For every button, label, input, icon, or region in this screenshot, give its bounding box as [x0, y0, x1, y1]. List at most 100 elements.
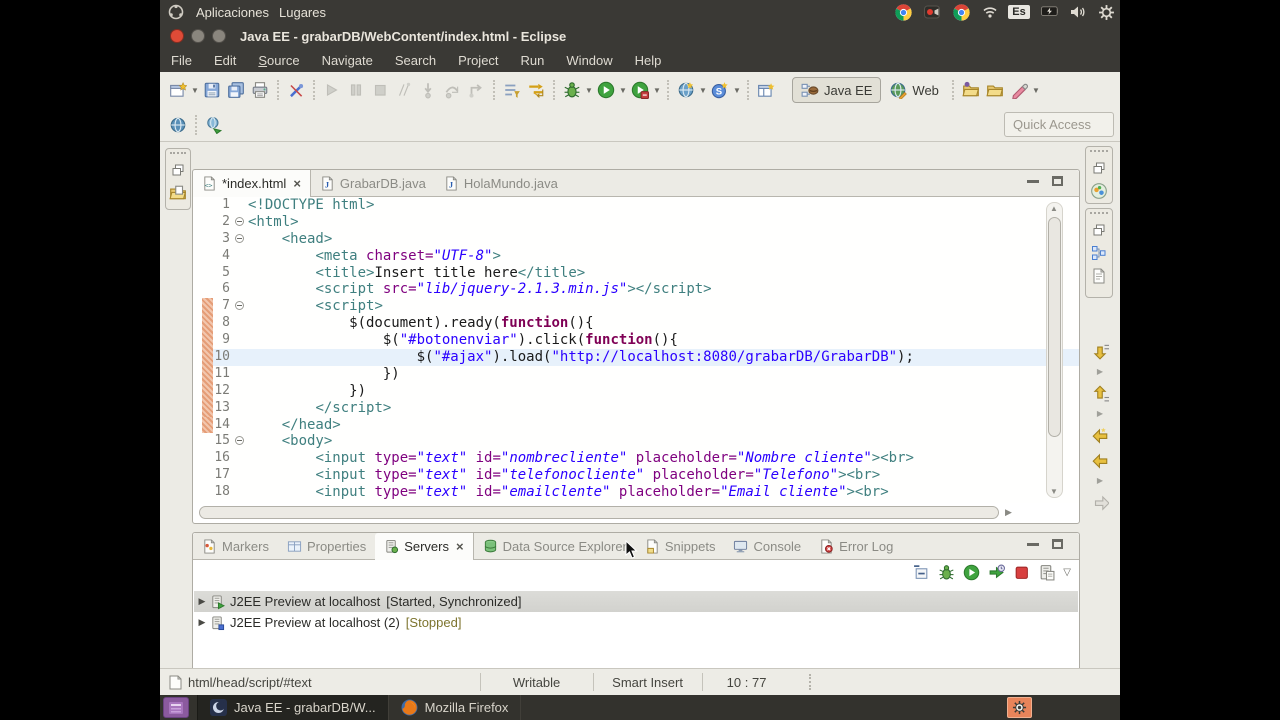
maximize-button[interactable]: [212, 29, 226, 43]
fastview-up-icon[interactable]: [1091, 384, 1109, 402]
dropdown-arrow-icon[interactable]: ▼: [190, 86, 200, 95]
code-line[interactable]: 9 $("#botonenviar").click(function(){: [193, 332, 1079, 350]
debug-server-icon[interactable]: [938, 564, 955, 581]
scroll-right-icon[interactable]: ▶: [1005, 507, 1012, 518]
start-server-icon[interactable]: [963, 564, 980, 581]
code-line[interactable]: 12 }): [193, 382, 1079, 400]
drag-handle[interactable]: [170, 152, 186, 157]
dropdown-arrow-icon[interactable]: ▼: [652, 86, 662, 95]
small-triangle-icon[interactable]: ▶: [1097, 367, 1103, 377]
dropdown-arrow-icon[interactable]: ▼: [1031, 86, 1041, 95]
code-line[interactable]: 14 </head>: [193, 416, 1079, 434]
code-line[interactable]: 3 <head>: [193, 231, 1079, 248]
dropdown-arrow-icon[interactable]: ▼: [732, 86, 742, 95]
code-text[interactable]: $(document).ready(function(){: [248, 315, 1079, 332]
restore-icon[interactable]: [1089, 220, 1109, 240]
profile-server-icon[interactable]: [988, 564, 1006, 581]
code-line[interactable]: 18 <input type="text" id="emailclente" p…: [193, 484, 1079, 501]
fastview-down-icon[interactable]: [1091, 342, 1109, 360]
restore-icon[interactable]: [1089, 158, 1109, 178]
print-button[interactable]: [248, 78, 272, 102]
doc-icon[interactable]: [1089, 266, 1109, 286]
menu-window[interactable]: Window: [555, 50, 623, 71]
battery-icon[interactable]: [1038, 2, 1058, 22]
pen-button[interactable]: [1007, 78, 1031, 102]
horizontal-scroll-thumb[interactable]: [199, 506, 999, 519]
menu-file[interactable]: File: [160, 50, 203, 71]
expander-icon[interactable]: ▶: [194, 596, 210, 607]
code-line[interactable]: 17 <input type="text" id="telefonoclient…: [193, 467, 1079, 484]
code-text[interactable]: <head>: [248, 231, 1079, 248]
taskbar-item-eclipse[interactable]: Java EE - grabarDB/W...: [197, 695, 389, 720]
palette-icon[interactable]: [1089, 181, 1109, 201]
code-text[interactable]: <title>Insert title here</title>: [248, 265, 1079, 282]
vertical-scrollbar[interactable]: ▲ ▼: [1046, 202, 1063, 498]
code-line[interactable]: 11 }): [193, 365, 1079, 383]
files-app-icon[interactable]: [163, 697, 189, 718]
code-text[interactable]: <html>: [248, 214, 1079, 231]
minimize-view-icon[interactable]: [1027, 180, 1039, 183]
small-triangle-icon[interactable]: ▶: [1097, 476, 1103, 486]
code-text[interactable]: </head>: [248, 417, 1079, 434]
code-line[interactable]: 2 <html>: [193, 214, 1079, 231]
keyboard-layout-indicator[interactable]: Es: [1008, 2, 1030, 22]
view-tab-error-log[interactable]: Error Log: [810, 533, 902, 559]
view-tab-markers[interactable]: Markers: [193, 533, 278, 559]
workflow-button[interactable]: [524, 78, 548, 102]
new-web-button[interactable]: [674, 78, 698, 102]
screen-recorder-icon[interactable]: [922, 2, 942, 22]
code-text[interactable]: }): [248, 383, 1079, 400]
code-line[interactable]: 6 <script src="lib/jquery-2.1.3.min.js">…: [193, 281, 1079, 298]
menu-source[interactable]: Source: [247, 50, 310, 71]
code-text[interactable]: <body>: [248, 433, 1079, 450]
open-perspective-button[interactable]: [754, 78, 778, 102]
web-browser-button[interactable]: [166, 113, 190, 137]
code-line[interactable]: 7 <script>: [193, 298, 1079, 316]
tab-close-icon[interactable]: ×: [293, 176, 301, 191]
menu-lugares[interactable]: Lugares: [279, 5, 326, 20]
menu-run[interactable]: Run: [510, 50, 556, 71]
horizontal-scrollbar[interactable]: ▶: [197, 506, 1057, 520]
menu-project[interactable]: Project: [447, 50, 509, 71]
new-service-button[interactable]: S: [708, 78, 732, 102]
chrome-icon[interactable]: [893, 2, 913, 22]
dropdown-arrow-icon[interactable]: ▼: [584, 86, 594, 95]
menu-navigate[interactable]: Navigate: [311, 50, 384, 71]
save-all-button[interactable]: [224, 78, 248, 102]
view-tab-servers[interactable]: Servers ×: [375, 533, 474, 560]
close-button[interactable]: [170, 29, 184, 43]
code-text[interactable]: $("#ajax").load("http://localhost:8080/g…: [248, 349, 1079, 366]
server-row[interactable]: ▶ J2EE Preview at localhost [Started, Sync…: [194, 591, 1078, 612]
code-text[interactable]: }): [248, 366, 1079, 383]
view-tab-properties[interactable]: Properties: [278, 533, 375, 559]
launch-external-button[interactable]: [202, 113, 226, 137]
minimize-button[interactable]: [191, 29, 205, 43]
project-explorer-icon[interactable]: [168, 183, 188, 203]
collapse-all-icon[interactable]: [913, 564, 930, 581]
forward-arrow-disabled-icon[interactable]: [1091, 493, 1109, 511]
run-button[interactable]: [594, 78, 618, 102]
editor-tab-indexhtml[interactable]: <> *index.html ×: [193, 170, 311, 197]
notification-gear-icon[interactable]: [1007, 697, 1032, 718]
code-editor[interactable]: 1 <!DOCTYPE html> 2 <html> 3 <head> 4 <meta c…: [193, 197, 1079, 503]
code-text[interactable]: <input type="text" id="emailclente" plac…: [248, 484, 1079, 501]
use-step-filters-button[interactable]: [500, 78, 524, 102]
editor-tab-GrabarDBjava[interactable]: J GrabarDB.java: [311, 170, 435, 196]
code-text[interactable]: <script>: [248, 298, 1079, 315]
collapse-icon[interactable]: [235, 301, 244, 311]
code-text[interactable]: <meta charset="UTF-8">: [248, 248, 1079, 265]
drag-handle[interactable]: [1090, 212, 1108, 217]
vertical-scroll-thumb[interactable]: [1048, 217, 1061, 437]
collapse-icon[interactable]: [235, 436, 244, 446]
new-wizard-button[interactable]: [166, 78, 190, 102]
code-line[interactable]: 4 <meta charset="UTF-8">: [193, 248, 1079, 265]
code-text[interactable]: <!DOCTYPE html>: [248, 197, 1079, 214]
open-folder-button[interactable]: [983, 78, 1007, 102]
view-tab-snippets[interactable]: Snippets: [636, 533, 725, 559]
code-line[interactable]: 1 <!DOCTYPE html>: [193, 197, 1079, 214]
menu-aplicaciones[interactable]: Aplicaciones: [196, 5, 269, 20]
quick-access-input[interactable]: Quick Access: [1004, 112, 1114, 137]
menu-edit[interactable]: Edit: [203, 50, 247, 71]
code-text[interactable]: <input type="text" id="nombrecliente" pl…: [248, 450, 1079, 467]
perspective-java-ee-button[interactable]: Java EE: [792, 77, 882, 103]
